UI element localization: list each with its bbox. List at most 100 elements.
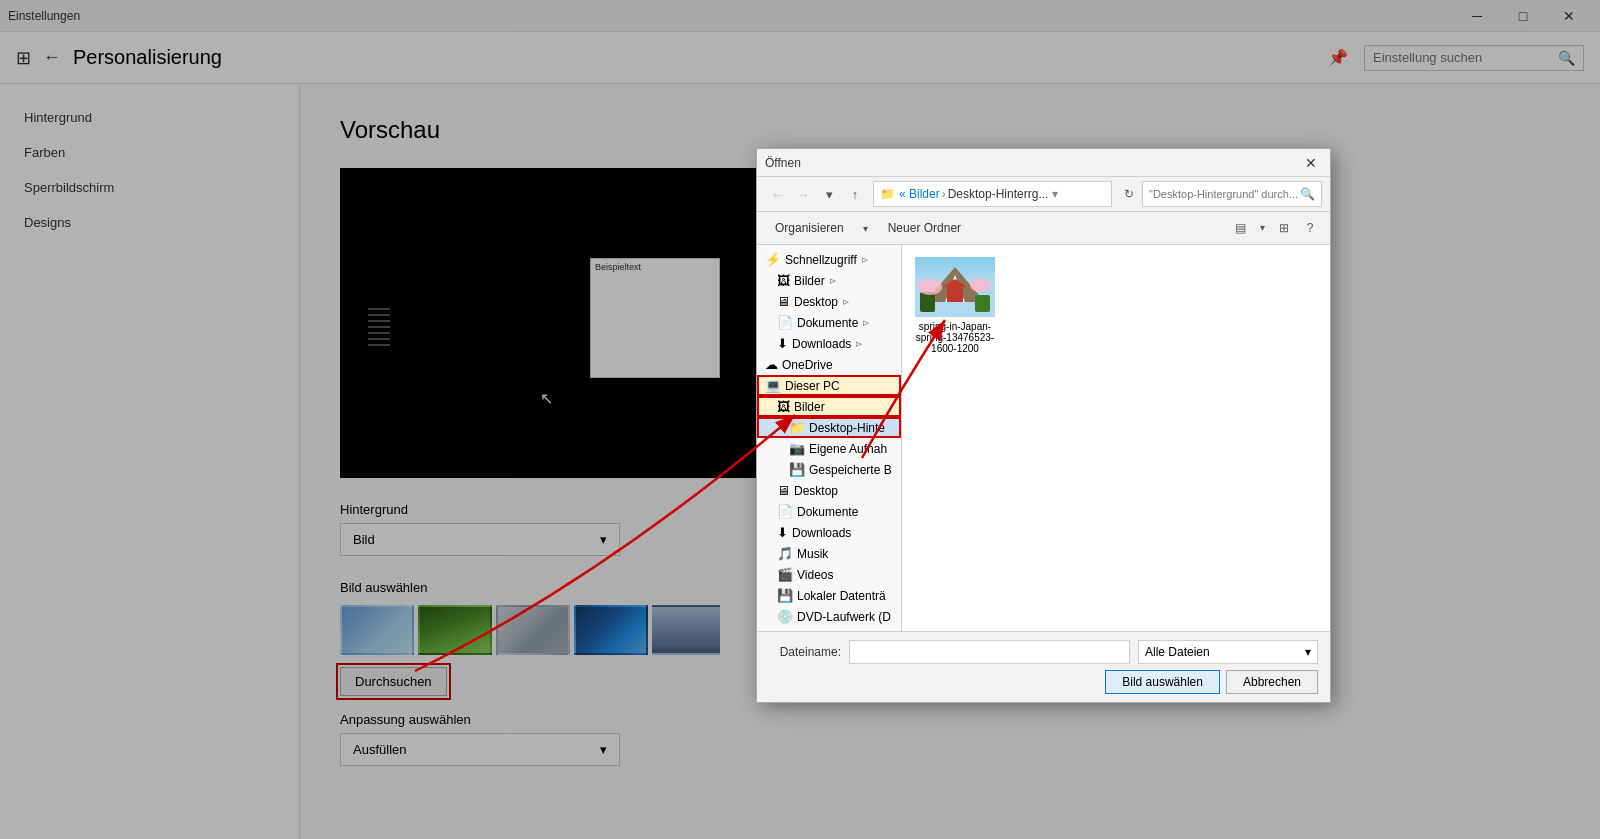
tree-item-bilder-pc[interactable]: 🖼 Bilder — [757, 396, 901, 417]
tree-item-dokumente-pc[interactable]: 📄 Dokumente — [757, 501, 901, 522]
onedrive-icon: ☁ — [765, 357, 778, 372]
svg-rect-4 — [975, 295, 990, 312]
dialog-body: ⚡ Schnellzugriff ⊳ 🖼 Bilder ⊳ 🖥 Desktop … — [757, 245, 1330, 631]
dokumente-quick-icon: 📄 — [777, 315, 793, 330]
tree-item-onedrive[interactable]: ☁ OneDrive — [757, 354, 901, 375]
breadcrumb-dropdown-icon[interactable]: ▾ — [1052, 187, 1058, 201]
desktop-hinte-icon: 📁 — [789, 420, 805, 435]
filename-label: Dateiname: — [769, 645, 841, 659]
tree-item-desktop-hinte[interactable]: 📁 Desktop-Hinte — [757, 417, 901, 438]
tree-item-bilder-quick[interactable]: 🖼 Bilder ⊳ — [757, 270, 901, 291]
dialog-search-input[interactable] — [1149, 188, 1300, 200]
gespeicherte-icon: 💾 — [789, 462, 805, 477]
dokumente-pc-icon: 📄 — [777, 504, 793, 519]
dialog-title: Öffnen — [765, 156, 801, 170]
tree-item-downloads-quick[interactable]: ⬇ Downloads ⊳ — [757, 333, 901, 354]
dialog-tree: ⚡ Schnellzugriff ⊳ 🖼 Bilder ⊳ 🖥 Desktop … — [757, 245, 902, 631]
tree-item-schnellzugriff[interactable]: ⚡ Schnellzugriff ⊳ — [757, 249, 901, 270]
filetype-value: Alle Dateien — [1145, 645, 1210, 659]
tree-item-desktop-pc[interactable]: 🖥 Desktop — [757, 480, 901, 501]
videos-icon: 🎬 — [777, 567, 793, 582]
dialog-back-button[interactable]: ← — [765, 182, 789, 206]
desktop-pc-icon: 🖥 — [777, 483, 790, 498]
footer-buttons: Bild auswählen Abbrechen — [769, 670, 1318, 694]
bilder-quick-icon: 🖼 — [777, 273, 790, 288]
svg-point-8 — [970, 278, 990, 292]
view-buttons: ▤ ▾ ⊞ ? — [1228, 216, 1322, 240]
dokumente-quick-pin: ⊳ — [862, 318, 870, 328]
dialog-search-box[interactable]: 🔍 — [1142, 181, 1322, 207]
schnellzugriff-icon: ⚡ — [765, 252, 781, 267]
dialog-titlebar: Öffnen ✕ — [757, 149, 1330, 177]
tree-label-eigene-aufn: Eigene Aufnah — [809, 442, 887, 456]
svg-rect-5 — [947, 287, 963, 302]
file-item-japan[interactable]: spring-in-Japan-spring-13476523-1600-120… — [910, 253, 1000, 358]
tree-item-videos[interactable]: 🎬 Videos — [757, 564, 901, 585]
breadcrumb-current: Desktop-Hinterrg... — [948, 187, 1049, 201]
tree-item-dokumente-quick[interactable]: 📄 Dokumente ⊳ — [757, 312, 901, 333]
tree-label-dvd: DVD-Laufwerk (D — [797, 610, 891, 624]
tree-item-eigene-aufn[interactable]: 📷 Eigene Aufnah — [757, 438, 901, 459]
tree-item-gespeicherte[interactable]: 💾 Gespeicherte B — [757, 459, 901, 480]
tree-item-dvd[interactable]: 💿 DVD-Laufwerk (D — [757, 606, 901, 627]
dialog-overlay: Öffnen ✕ ← → ▾ ↑ 📁 « Bilder › Desktop-Hi… — [0, 0, 1600, 839]
breadcrumb-bilder[interactable]: « Bilder — [899, 187, 940, 201]
tree-label-desktop-hinte: Desktop-Hinte — [809, 421, 885, 435]
downloads-quick-pin: ⊳ — [855, 339, 863, 349]
tree-label-dokumente-pc: Dokumente — [797, 505, 858, 519]
tree-item-musik[interactable]: 🎵 Musik — [757, 543, 901, 564]
cancel-button[interactable]: Abbrechen — [1226, 670, 1318, 694]
tree-label-desktop-pc: Desktop — [794, 484, 838, 498]
filetype-chevron-icon: ▾ — [1305, 645, 1311, 659]
dialog-refresh-button[interactable]: ↻ — [1118, 183, 1140, 205]
desktop-quick-icon: 🖥 — [777, 294, 790, 309]
tree-item-dieser-pc[interactable]: 💻 Dieser PC — [757, 375, 901, 396]
view-icon-button[interactable]: ▤ — [1228, 216, 1252, 240]
dialog-close-button[interactable]: ✕ — [1300, 152, 1322, 174]
breadcrumb-sep: › — [942, 187, 946, 201]
tree-label-musik: Musik — [797, 547, 828, 561]
dialog-search-icon: 🔍 — [1300, 187, 1315, 201]
dvd-icon: 💿 — [777, 609, 793, 624]
tree-item-desktop-quick[interactable]: 🖥 Desktop ⊳ — [757, 291, 901, 312]
tree-label-downloads-pc: Downloads — [792, 526, 851, 540]
organize-dropdown-button[interactable]: ▾ — [858, 217, 874, 239]
dialog-footer: Dateiname: Alle Dateien ▾ Bild auswählen… — [757, 631, 1330, 702]
lokaler-icon: 💾 — [777, 588, 793, 603]
dialog-dropdown-button[interactable]: ▾ — [817, 182, 841, 206]
musik-icon: 🎵 — [777, 546, 793, 561]
new-folder-button[interactable]: Neuer Ordner — [878, 218, 971, 238]
dialog-files: spring-in-Japan-spring-13476523-1600-120… — [902, 245, 1330, 631]
select-image-button[interactable]: Bild auswählen — [1105, 670, 1220, 694]
dialog-up-button[interactable]: ↑ — [843, 182, 867, 206]
open-dialog: Öffnen ✕ ← → ▾ ↑ 📁 « Bilder › Desktop-Hi… — [756, 148, 1331, 703]
dialog-toolbar: ← → ▾ ↑ 📁 « Bilder › Desktop-Hinterrg...… — [757, 177, 1330, 212]
tree-label-bilder-pc: Bilder — [794, 400, 825, 414]
breadcrumb-bar: 📁 « Bilder › Desktop-Hinterrg... ▾ — [873, 181, 1112, 207]
tree-label-dokumente-quick: Dokumente — [797, 316, 858, 330]
tree-label-downloads-quick: Downloads — [792, 337, 851, 351]
bilder-quick-pin: ⊳ — [829, 276, 837, 286]
tree-label-desktop-quick: Desktop — [794, 295, 838, 309]
dieser-pc-icon: 💻 — [765, 378, 781, 393]
footer-filename-row: Dateiname: Alle Dateien ▾ — [769, 640, 1318, 664]
tree-item-lokaler[interactable]: 💾 Lokaler Datenträ — [757, 585, 901, 606]
tree-label-videos: Videos — [797, 568, 833, 582]
layout-icon-button[interactable]: ⊞ — [1272, 216, 1296, 240]
breadcrumb-root-icon: 📁 — [880, 187, 895, 201]
tree-label-schnellzugriff: Schnellzugriff — [785, 253, 857, 267]
organize-button[interactable]: Organisieren — [765, 218, 854, 238]
help-icon-button[interactable]: ? — [1298, 216, 1322, 240]
view-dropdown-button[interactable]: ▾ — [1254, 216, 1270, 238]
downloads-quick-icon: ⬇ — [777, 336, 788, 351]
filename-input[interactable] — [849, 640, 1130, 664]
filetype-dropdown[interactable]: Alle Dateien ▾ — [1138, 640, 1318, 664]
tree-item-downloads-pc[interactable]: ⬇ Downloads — [757, 522, 901, 543]
tree-label-gespeicherte: Gespeicherte B — [809, 463, 892, 477]
downloads-pc-icon: ⬇ — [777, 525, 788, 540]
eigene-aufn-icon: 📷 — [789, 441, 805, 456]
tree-label-lokaler: Lokaler Datenträ — [797, 589, 886, 603]
tree-label-bilder-quick: Bilder — [794, 274, 825, 288]
svg-rect-3 — [920, 292, 935, 312]
dialog-forward-button[interactable]: → — [791, 182, 815, 206]
